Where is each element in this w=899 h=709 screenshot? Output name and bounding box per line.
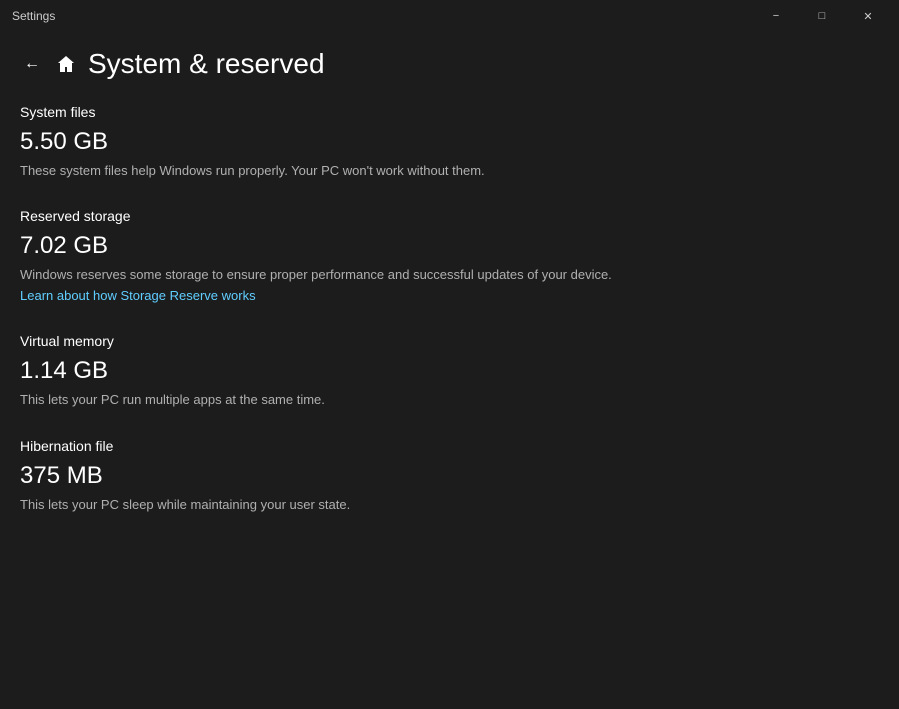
main-content: ← System & reserved System files 5.50 GB T… [0, 32, 899, 558]
page-header: ← System & reserved [20, 48, 879, 80]
title-bar-left: Settings [12, 9, 55, 23]
section-heading-hibernation-file: Hibernation file [20, 438, 879, 454]
section-heading-reserved-storage: Reserved storage [20, 208, 879, 224]
home-icon [56, 54, 76, 74]
section-size-reserved-storage: 7.02 GB [20, 232, 879, 260]
section-link-reserved-storage[interactable]: Learn about how Storage Reserve works [20, 288, 256, 303]
page-title: System & reserved [88, 48, 325, 80]
section-size-system-files: 5.50 GB [20, 128, 879, 156]
close-button[interactable]: ✕ [845, 0, 891, 32]
section-desc-system-files: These system files help Windows run prop… [20, 162, 700, 180]
back-arrow-icon: ← [24, 55, 40, 73]
section-size-virtual-memory: 1.14 GB [20, 357, 879, 385]
sections-container: System files 5.50 GB These system files he… [20, 104, 879, 514]
section-heading-system-files: System files [20, 104, 879, 120]
home-icon-area [56, 54, 76, 74]
section-system-files: System files 5.50 GB These system files he… [20, 104, 879, 180]
title-bar-title: Settings [12, 9, 55, 23]
maximize-button[interactable]: □ [799, 0, 845, 32]
title-bar: Settings − □ ✕ [0, 0, 899, 32]
section-size-hibernation-file: 375 MB [20, 462, 879, 490]
section-desc-virtual-memory: This lets your PC run multiple apps at t… [20, 391, 700, 409]
back-button[interactable]: ← [20, 51, 44, 77]
section-virtual-memory: Virtual memory 1.14 GB This lets your PC r… [20, 333, 879, 409]
section-heading-virtual-memory: Virtual memory [20, 333, 879, 349]
section-desc-hibernation-file: This lets your PC sleep while maintainin… [20, 496, 700, 514]
title-bar-controls: − □ ✕ [753, 0, 891, 32]
section-reserved-storage: Reserved storage 7.02 GB Windows reserves … [20, 208, 879, 305]
minimize-button[interactable]: − [753, 0, 799, 32]
section-desc-reserved-storage: Windows reserves some storage to ensure … [20, 266, 700, 284]
section-hibernation-file: Hibernation file 375 MB This lets your PC … [20, 438, 879, 514]
